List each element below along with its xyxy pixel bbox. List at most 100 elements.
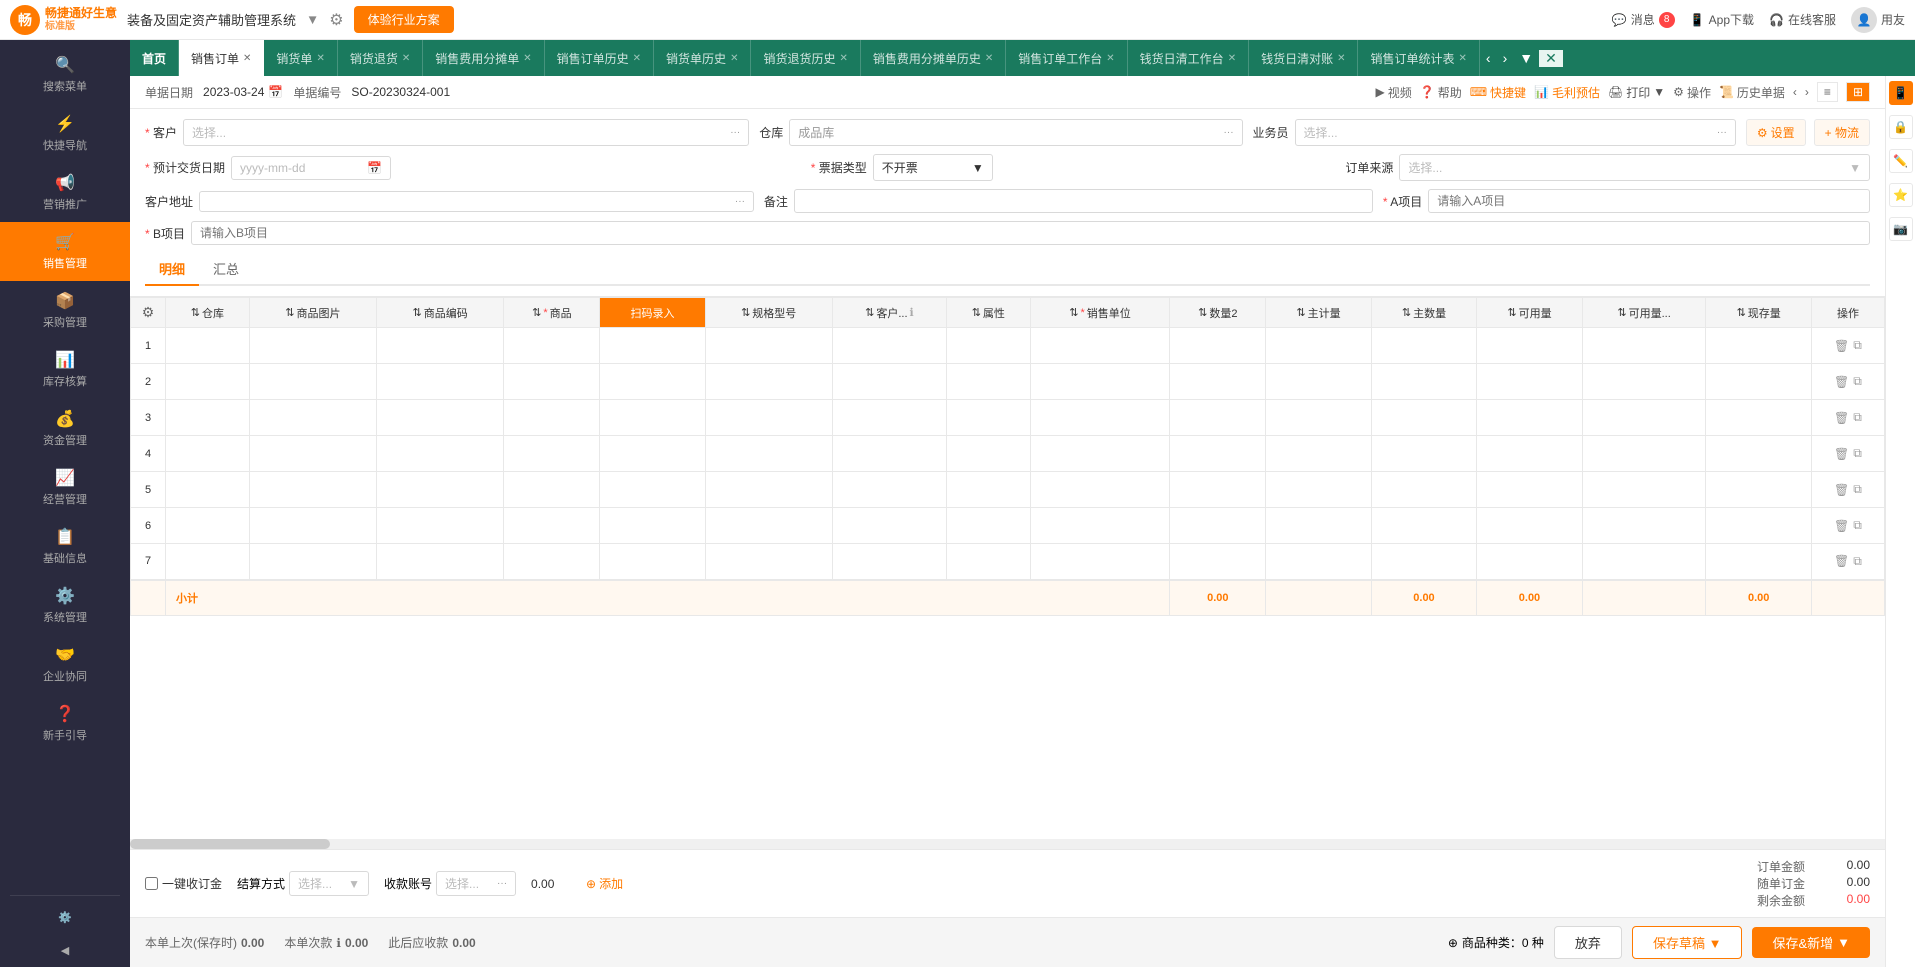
td-scan-6[interactable] <box>600 508 705 544</box>
tab-order-history[interactable]: 销售订单历史 ✕ <box>545 40 654 76</box>
delete-icon-2[interactable]: 🗑 <box>1834 375 1849 389</box>
tab-close-icon-12[interactable]: ✕ <box>1459 53 1467 64</box>
sidebar-collapse-btn[interactable]: ◀ <box>0 934 130 967</box>
tab-fee-split[interactable]: 销售费用分摊单 ✕ <box>423 40 544 76</box>
td-spec-7[interactable] <box>705 544 832 580</box>
sidebar-item-quicknav[interactable]: ⚡ 快捷导航 <box>0 104 130 163</box>
save-new-btn[interactable]: 保存&新增 ▼ <box>1752 927 1870 958</box>
tab-fee-history[interactable]: 销售费用分摊单历史 ✕ <box>861 40 1006 76</box>
tab-return-history[interactable]: 销货退货历史 ✕ <box>751 40 860 76</box>
td-available-4[interactable] <box>1477 436 1583 472</box>
td-mainunit-7[interactable] <box>1266 544 1372 580</box>
td-customer-4[interactable] <box>832 436 946 472</box>
td-spec-3[interactable] <box>705 400 832 436</box>
subtab-summary[interactable]: 汇总 <box>199 253 253 286</box>
td-warehouse-5[interactable] <box>166 472 250 508</box>
td-mainqty-7[interactable] <box>1371 544 1477 580</box>
tab-sales-return[interactable]: 销货退货 ✕ <box>338 40 423 76</box>
tab-close-icon-6[interactable]: ✕ <box>730 53 738 64</box>
tab-reconcile[interactable]: 钱货日清对账 ✕ <box>1249 40 1358 76</box>
td-available2-6[interactable] <box>1582 508 1706 544</box>
td-scan-3[interactable] <box>600 400 705 436</box>
tab-more-btn[interactable]: ▼ <box>1513 50 1539 66</box>
td-qty2-5[interactable] <box>1170 472 1266 508</box>
save-draft-btn[interactable]: 保存草稿 ▼ <box>1632 926 1743 959</box>
td-warehouse-7[interactable] <box>166 544 250 580</box>
td-attr-1[interactable] <box>946 328 1030 364</box>
app-download-btn[interactable]: 📱 App下载 <box>1690 11 1754 28</box>
td-code-6[interactable] <box>377 508 504 544</box>
settlement-select[interactable]: 选择... ▼ <box>289 871 369 896</box>
sidebar-item-marketing[interactable]: 📢 营销推广 <box>0 163 130 222</box>
right-panel-edit-icon[interactable]: ✏️ <box>1889 149 1913 173</box>
tab-close-icon-8[interactable]: ✕ <box>985 53 993 64</box>
td-stock-1[interactable] <box>1706 328 1812 364</box>
tab-sales-order[interactable]: 销售订单 ✕ <box>179 40 264 76</box>
tab-prev-btn[interactable]: ‹ <box>1480 50 1497 66</box>
operate-btn[interactable]: ⚙ 操作 <box>1673 84 1711 101</box>
td-mainunit-3[interactable] <box>1266 400 1372 436</box>
delete-icon-6[interactable]: 🗑 <box>1834 519 1849 533</box>
td-customer-2[interactable] <box>832 364 946 400</box>
td-scan-1[interactable] <box>600 328 705 364</box>
td-unit-4[interactable] <box>1030 436 1170 472</box>
history-btn[interactable]: 📜 历史单据 <box>1719 84 1785 101</box>
copy-icon-2[interactable]: ⧉ <box>1853 374 1862 389</box>
td-stock-5[interactable] <box>1706 472 1812 508</box>
td-spec-1[interactable] <box>705 328 832 364</box>
td-mainqty-5[interactable] <box>1371 472 1477 508</box>
td-stock-6[interactable] <box>1706 508 1812 544</box>
add-link[interactable]: ⊕ 添加 <box>586 875 623 892</box>
td-customer-6[interactable] <box>832 508 946 544</box>
tab-stats[interactable]: 销售订单统计表 ✕ <box>1358 40 1479 76</box>
td-img-3[interactable] <box>249 400 376 436</box>
tab-sales-receipt[interactable]: 销货单 ✕ <box>264 40 337 76</box>
td-available-6[interactable] <box>1477 508 1583 544</box>
scroll-thumb[interactable] <box>130 839 330 849</box>
td-stock-3[interactable] <box>1706 400 1812 436</box>
sidebar-item-search[interactable]: 🔍 搜索菜单 <box>0 45 130 104</box>
td-product-1[interactable] <box>504 328 600 364</box>
td-code-1[interactable] <box>377 328 504 364</box>
tab-close-all-btn[interactable]: ✕ <box>1539 50 1563 67</box>
help-btn[interactable]: ❓ 帮助 <box>1420 84 1462 101</box>
td-available2-1[interactable] <box>1582 328 1706 364</box>
customer-input[interactable]: 选择... ··· <box>183 119 749 146</box>
td-available2-3[interactable] <box>1582 400 1706 436</box>
delete-icon-7[interactable]: 🗑 <box>1834 554 1849 568</box>
th-scan[interactable]: 扫码录入 <box>600 298 705 328</box>
td-warehouse-3[interactable] <box>166 400 250 436</box>
td-spec-6[interactable] <box>705 508 832 544</box>
add-logistics-btn[interactable]: + 物流 <box>1814 119 1870 146</box>
td-available-5[interactable] <box>1477 472 1583 508</box>
delivery-date-input[interactable]: yyyy-mm-dd 📅 <box>231 156 391 180</box>
td-unit-6[interactable] <box>1030 508 1170 544</box>
td-mainunit-6[interactable] <box>1266 508 1372 544</box>
delete-icon-3[interactable]: 🗑 <box>1834 411 1849 425</box>
sidebar-item-purchase[interactable]: 📦 采购管理 <box>0 281 130 340</box>
right-panel-lock-icon[interactable]: 🔒 <box>1889 115 1913 139</box>
td-spec-4[interactable] <box>705 436 832 472</box>
subtab-detail[interactable]: 明细 <box>145 253 199 286</box>
td-customer-3[interactable] <box>832 400 946 436</box>
sidebar-item-basic-info[interactable]: 📋 基础信息 <box>0 517 130 576</box>
shortcut-btn[interactable]: ⌨ 快捷键 <box>1470 84 1526 101</box>
td-product-3[interactable] <box>504 400 600 436</box>
td-attr-2[interactable] <box>946 364 1030 400</box>
user-btn[interactable]: 👤 用友 <box>1851 7 1905 33</box>
layout-grid-btn[interactable]: ⊞ <box>1846 82 1870 102</box>
dropdown-arrow-btn[interactable]: ▼ <box>306 12 319 27</box>
tab-order-workbench[interactable]: 销售订单工作台 ✕ <box>1006 40 1127 76</box>
td-mainunit-1[interactable] <box>1266 328 1372 364</box>
copy-icon-5[interactable]: ⧉ <box>1853 482 1862 497</box>
td-available2-4[interactable] <box>1582 436 1706 472</box>
td-attr-6[interactable] <box>946 508 1030 544</box>
td-customer-1[interactable] <box>832 328 946 364</box>
sidebar-item-operations[interactable]: 📈 经营管理 <box>0 458 130 517</box>
invoice-type-select[interactable]: 不开票 ▼ <box>873 154 993 181</box>
td-code-5[interactable] <box>377 472 504 508</box>
td-code-7[interactable] <box>377 544 504 580</box>
delete-icon-5[interactable]: 🗑 <box>1834 483 1849 497</box>
note-input[interactable] <box>794 189 1373 213</box>
td-code-2[interactable] <box>377 364 504 400</box>
